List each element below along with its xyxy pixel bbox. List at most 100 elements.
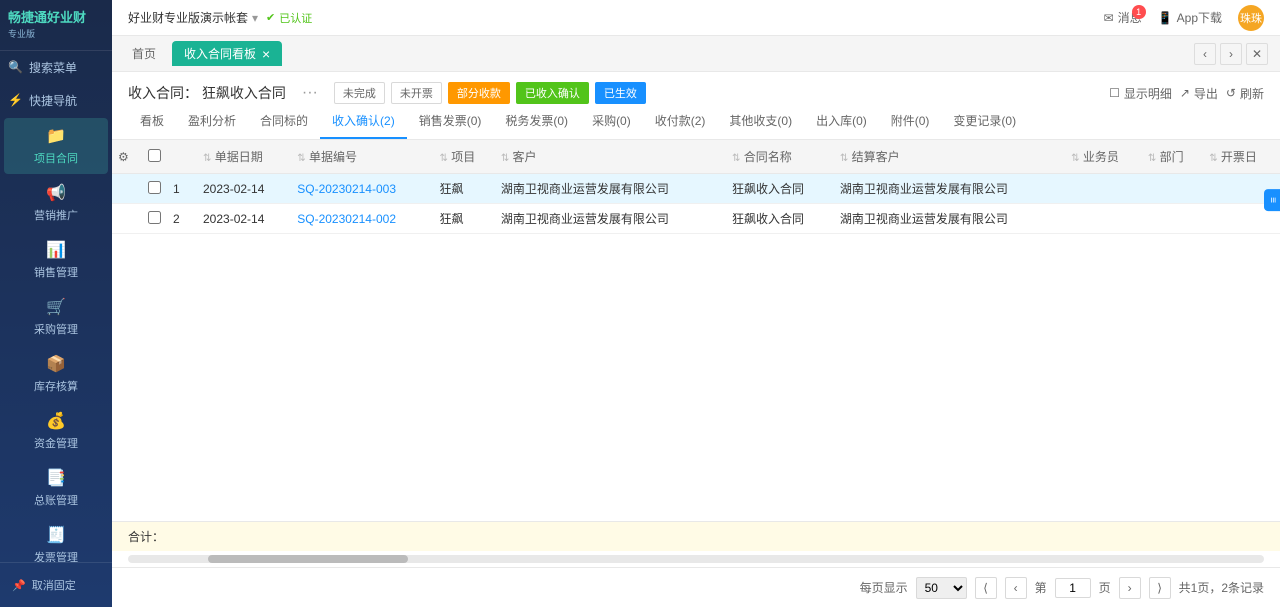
app-download-button[interactable]: 📱 App下载 bbox=[1158, 9, 1222, 26]
prev-page-button[interactable]: ‹ bbox=[1005, 577, 1027, 599]
refresh-icon: ↺ bbox=[1226, 86, 1236, 100]
scroll-thumb[interactable] bbox=[208, 555, 408, 563]
last-page-button[interactable]: ⟩ bbox=[1149, 577, 1171, 599]
general-icon: 📑 bbox=[46, 468, 66, 488]
th-invoice-date[interactable]: ⇅ 开票日 bbox=[1203, 140, 1280, 174]
row-checkbox-cell[interactable] bbox=[142, 174, 167, 204]
order-no-link[interactable]: SQ-20230214-002 bbox=[297, 212, 396, 226]
horizontal-scrollbar[interactable] bbox=[112, 551, 1280, 567]
tab-kanban[interactable]: 看板 bbox=[128, 104, 176, 139]
per-page-select[interactable]: 50 100 200 bbox=[916, 577, 967, 599]
row-checkbox[interactable] bbox=[148, 211, 161, 224]
customer-sort-icon: ⇅ bbox=[501, 153, 509, 164]
checkbox-header[interactable] bbox=[142, 140, 167, 174]
refresh-button[interactable]: ↺ 刷新 bbox=[1226, 85, 1264, 102]
user-profile[interactable]: 珠珠 bbox=[1238, 5, 1264, 31]
message-button[interactable]: ✉ 1 消息 bbox=[1104, 9, 1142, 26]
tab-changes[interactable]: 变更记录(0) bbox=[941, 104, 1028, 139]
tab-revenue-confirm[interactable]: 收入确认(2) bbox=[320, 104, 407, 139]
row-contract: 狂飙收入合同 bbox=[726, 204, 834, 234]
search-icon: 🔍 bbox=[8, 60, 23, 74]
settings-header[interactable]: ⚙ bbox=[112, 140, 142, 174]
tab-warehouse[interactable]: 出入库(0) bbox=[804, 104, 879, 139]
title-prefix: 收入合同： bbox=[128, 85, 198, 101]
invoice-icon: 🧾 bbox=[46, 525, 66, 545]
page-suffix-label: 页 bbox=[1099, 579, 1111, 596]
status-uninvoiced[interactable]: 未开票 bbox=[391, 82, 442, 104]
topbar-left: 好业财专业版演示帐套 ▾ ✔ 已认证 bbox=[128, 9, 312, 26]
tab-next-button[interactable]: › bbox=[1220, 43, 1242, 65]
th-date[interactable]: ⇅ 单据日期 bbox=[197, 140, 291, 174]
sidebar-item-marketing[interactable]: 📢 营销推广 bbox=[4, 175, 108, 231]
tab-attachments[interactable]: 附件(0) bbox=[879, 104, 942, 139]
th-salesperson[interactable]: ⇅ 业务员 bbox=[1065, 140, 1142, 174]
page-prefix-label: 第 bbox=[1035, 579, 1047, 596]
row-settings bbox=[112, 204, 142, 234]
tab-label: 收入合同看板 bbox=[184, 45, 256, 62]
row-date: 2023-02-14 bbox=[197, 174, 291, 204]
sales-icon: 📊 bbox=[46, 240, 66, 260]
status-confirmed[interactable]: 已收入确认 bbox=[516, 82, 589, 104]
page-header: 收入合同： 狂飙收入合同 ··· 未完成 未开票 部分收款 已收入确认 已生效 … bbox=[112, 72, 1280, 104]
active-tab[interactable]: 收入合同看板 × bbox=[172, 41, 282, 66]
sidebar-item-label: 资金管理 bbox=[34, 435, 78, 451]
sidebar-item-general[interactable]: 📑 总账管理 bbox=[4, 460, 108, 516]
sidebar-item-search[interactable]: 🔍 搜索菜单 bbox=[0, 51, 112, 84]
company-dropdown-icon: ▾ bbox=[252, 11, 258, 25]
show-detail-toggle[interactable]: ☐ 显示明细 bbox=[1109, 85, 1172, 102]
th-settle-customer[interactable]: ⇅ 结算客户 bbox=[834, 140, 1065, 174]
first-page-button[interactable]: ⟨ bbox=[975, 577, 997, 599]
status-effective[interactable]: 已生效 bbox=[595, 82, 646, 104]
export-button[interactable]: ↗ 导出 bbox=[1180, 85, 1218, 102]
sidebar-item-purchase[interactable]: 🛒 采购管理 bbox=[4, 289, 108, 345]
select-all-checkbox[interactable] bbox=[148, 149, 161, 162]
sidebar-item-funds[interactable]: 💰 资金管理 bbox=[4, 403, 108, 459]
more-options-button[interactable]: ··· bbox=[302, 84, 318, 102]
th-order-no[interactable]: ⇅ 单据编号 bbox=[291, 140, 433, 174]
th-dept-label: 部门 bbox=[1160, 150, 1184, 164]
tab-purchase[interactable]: 采购(0) bbox=[580, 104, 643, 139]
status-unfinished[interactable]: 未完成 bbox=[334, 82, 385, 104]
tab-close-button[interactable]: × bbox=[262, 47, 270, 61]
sidebar-item-inventory[interactable]: 📦 库存核算 bbox=[4, 346, 108, 402]
status-partial[interactable]: 部分收款 bbox=[448, 82, 510, 104]
sidebar-bottom: 📌 取消固定 bbox=[0, 562, 112, 607]
right-hint-tab[interactable]: ≡ bbox=[1264, 189, 1280, 211]
row-checkbox[interactable] bbox=[148, 181, 161, 194]
tab-prev-button[interactable]: ‹ bbox=[1194, 43, 1216, 65]
th-orderno-label: 单据编号 bbox=[309, 150, 357, 164]
th-contract[interactable]: ⇅ 合同名称 bbox=[726, 140, 834, 174]
topbar-right: ✉ 1 消息 📱 App下载 珠珠 bbox=[1104, 5, 1264, 31]
project-sort-icon: ⇅ bbox=[439, 153, 447, 164]
th-customer[interactable]: ⇅ 客户 bbox=[495, 140, 726, 174]
inventory-icon: 📦 bbox=[46, 354, 66, 374]
row-checkbox-cell[interactable] bbox=[142, 204, 167, 234]
tab-payment[interactable]: 收付款(2) bbox=[643, 104, 718, 139]
page-number-input[interactable] bbox=[1055, 578, 1091, 598]
sidebar-item-invoice[interactable]: 🧾 发票管理 bbox=[4, 517, 108, 562]
tab-close-all-button[interactable]: ✕ bbox=[1246, 43, 1268, 65]
th-dept[interactable]: ⇅ 部门 bbox=[1142, 140, 1203, 174]
th-project[interactable]: ⇅ 项目 bbox=[433, 140, 494, 174]
orderno-sort-icon: ⇅ bbox=[297, 153, 305, 164]
unpin-button[interactable]: 📌 取消固定 bbox=[8, 571, 104, 599]
tab-sales-invoice[interactable]: 销售发票(0) bbox=[407, 104, 494, 139]
tab-other[interactable]: 其他收支(0) bbox=[717, 104, 804, 139]
logo-text: 畅捷通好业财 bbox=[8, 10, 104, 27]
sidebar-item-sales[interactable]: 📊 销售管理 bbox=[4, 232, 108, 288]
company-selector[interactable]: 好业财专业版演示帐套 ▾ bbox=[128, 9, 258, 26]
sidebar-item-quicknav[interactable]: ⚡ 快捷导航 bbox=[0, 84, 112, 117]
home-tab[interactable]: 首页 bbox=[124, 41, 164, 66]
sidebar-item-project[interactable]: 📁 项目合同 bbox=[4, 118, 108, 174]
marketing-icon: 📢 bbox=[46, 183, 66, 203]
logo: 畅捷通好业财 专业版 bbox=[0, 0, 112, 51]
tab-contract-subject[interactable]: 合同标的 bbox=[248, 104, 320, 139]
next-page-button[interactable]: › bbox=[1119, 577, 1141, 599]
tab-tax-invoice[interactable]: 税务发票(0) bbox=[493, 104, 580, 139]
app-label: App下载 bbox=[1177, 9, 1222, 26]
tab-profit[interactable]: 盈利分析 bbox=[176, 104, 248, 139]
quicknav-icon: ⚡ bbox=[8, 93, 23, 107]
date-sort-icon: ⇅ bbox=[203, 153, 211, 164]
order-no-link[interactable]: SQ-20230214-003 bbox=[297, 182, 396, 196]
company-name: 好业财专业版演示帐套 bbox=[128, 9, 248, 26]
